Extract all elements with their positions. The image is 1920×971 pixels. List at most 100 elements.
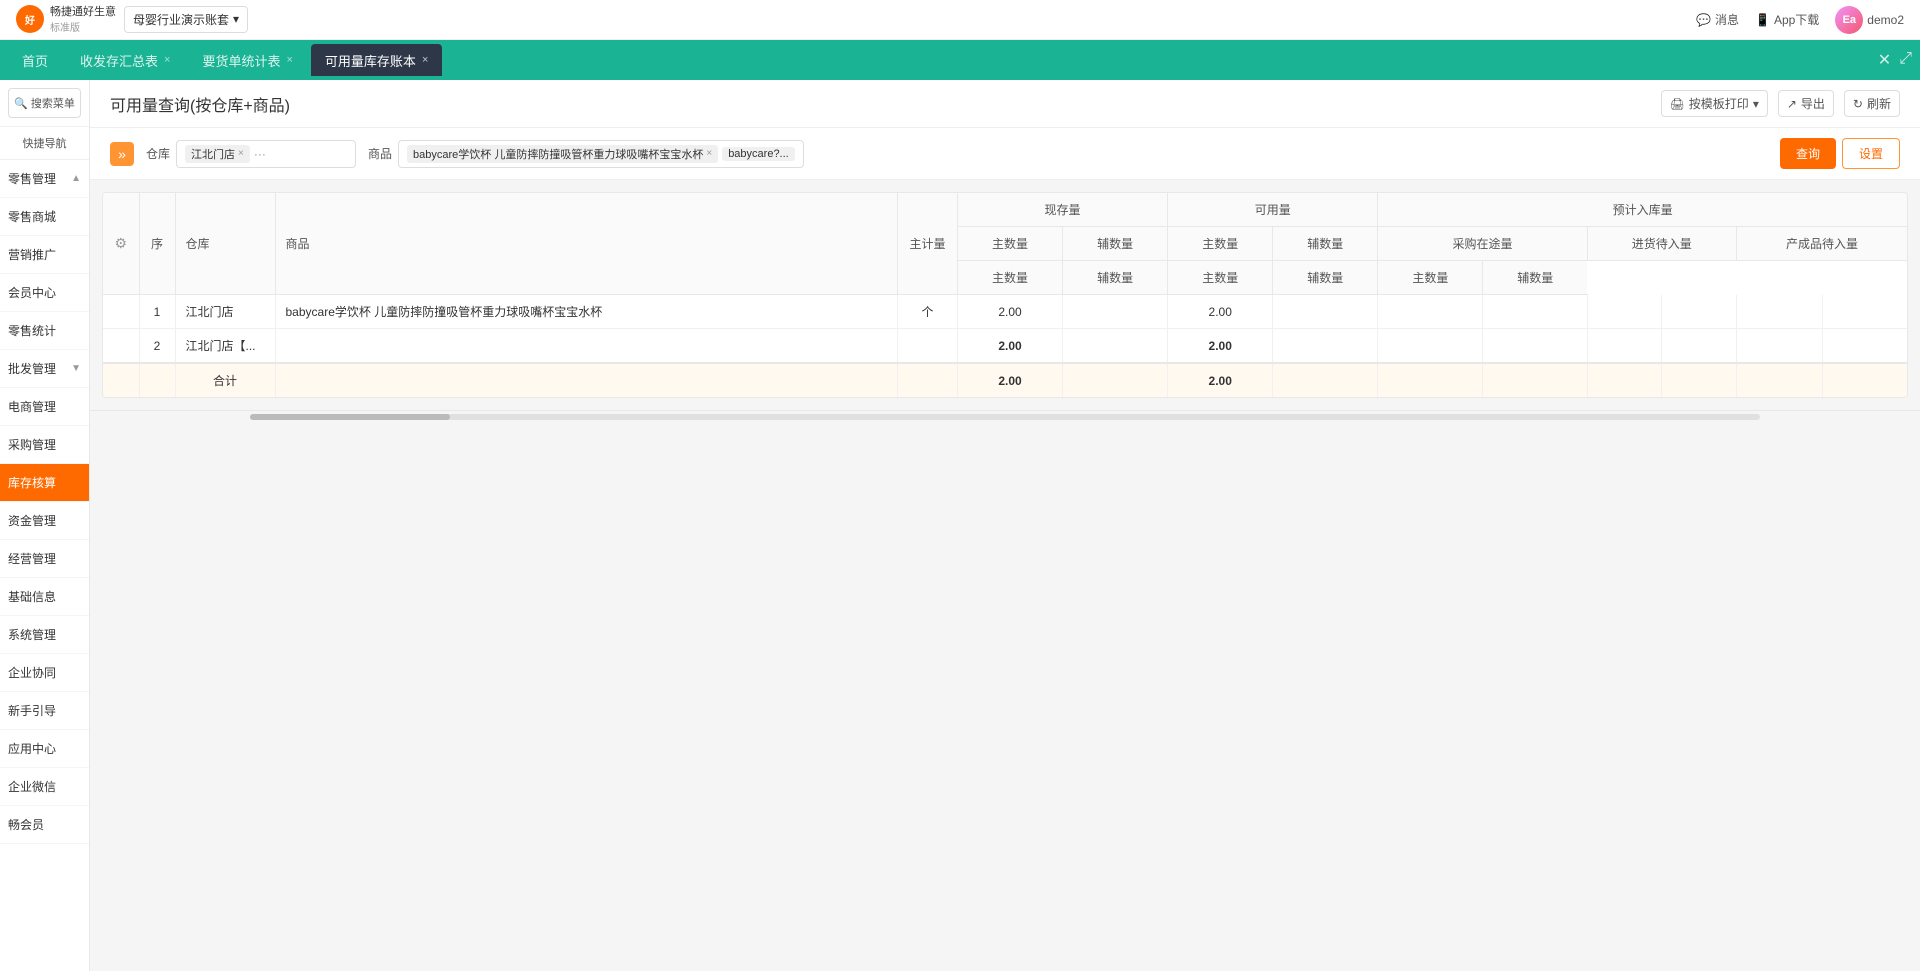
export-btn[interactable]: ↗ 导出 [1778, 90, 1834, 117]
phone-icon: 📱 [1755, 13, 1770, 27]
tab-order-stats[interactable]: 要货单统计表 × [188, 44, 306, 76]
row-1-available-main: 2.00 [1168, 295, 1273, 329]
gear-icon[interactable]: ⚙ [114, 235, 127, 251]
product-tag-label-1: babycare?... [728, 148, 789, 160]
message-btn[interactable]: 💬 消息 [1696, 11, 1739, 28]
th-finished-pending-main: 主数量 [1378, 261, 1483, 295]
tab-order-stats-close[interactable]: × [286, 54, 292, 66]
tab-available-stock-close[interactable]: × [422, 54, 428, 66]
sidebar-item-app-center[interactable]: 应用中心 [0, 730, 89, 768]
user-avatar: Ea [1835, 6, 1863, 34]
row-1-gear [103, 295, 139, 329]
horizontal-scrollbar[interactable] [90, 410, 1920, 422]
sidebar-item-enterprise-collab-label: 企业协同 [8, 664, 56, 681]
footer-finished-pending-aux [1823, 363, 1907, 397]
app-download-label: App下载 [1774, 11, 1819, 28]
footer-finished-pending-main [1736, 363, 1822, 397]
sidebar-item-operations-mgmt-label: 经营管理 [8, 550, 56, 567]
print-btn[interactable]: 🖨 按模板打印 ▾ [1661, 90, 1768, 117]
close-window-icon[interactable]: ✕ [1878, 50, 1891, 70]
warehouse-ellipsis: ··· [254, 147, 266, 161]
query-btn[interactable]: 查询 [1780, 138, 1836, 169]
th-forecast-group: 预计入库量 [1378, 193, 1907, 227]
sidebar-item-wholesale-mgmt-label: 批发管理 [8, 360, 56, 377]
refresh-btn[interactable]: ↻ 刷新 [1844, 90, 1900, 117]
th-available-main: 主数量 [1168, 227, 1273, 261]
warehouse-filter-input[interactable]: 江北门店 × ··· [176, 140, 356, 168]
row-1-purchase-pending-aux [1662, 295, 1737, 329]
filter-area: » 仓库 江北门店 × ··· 商品 babycare学饮杯 儿童防摔防撞吸管杯… [90, 128, 1920, 180]
sidebar-item-retail-store-label: 零售商城 [8, 208, 56, 225]
sidebar: 🔍 搜索菜单 快捷导航 零售管理 ▲ 零售商城 营销推广 会员中心 零售统计 批… [0, 80, 90, 971]
tab-receipt-summary-close[interactable]: × [164, 54, 170, 66]
sidebar-item-basic-info[interactable]: 基础信息 [0, 578, 89, 616]
tenant-dropdown[interactable]: 母婴行业演示账套 ▾ [124, 6, 248, 33]
search-menu-label: 搜索菜单 [31, 98, 75, 110]
sidebar-item-member-center[interactable]: 会员中心 [0, 274, 89, 312]
sidebar-item-operations-mgmt[interactable]: 经营管理 [0, 540, 89, 578]
sidebar-item-inventory-check[interactable]: 库存核算 [0, 464, 89, 502]
footer-no [139, 363, 175, 397]
product-tag-0-close[interactable]: × [706, 148, 712, 159]
table-scroll-area[interactable]: ⚙ 序 仓库 商品 主计量 现存量 可用量 预计入库量 主数量 [103, 193, 1907, 397]
app-download-btn[interactable]: 📱 App下载 [1755, 11, 1819, 28]
sidebar-item-retail-store[interactable]: 零售商城 [0, 198, 89, 236]
scrollbar-thumb[interactable] [250, 414, 450, 420]
warehouse-tag-close[interactable]: × [238, 148, 244, 159]
filter-expand-btn[interactable]: » [110, 142, 134, 166]
page-title: 可用量查询(按仓库+商品) [110, 92, 290, 116]
row-2-product [275, 329, 897, 364]
settings-btn[interactable]: 设置 [1842, 138, 1900, 169]
sidebar-item-retail-mgmt[interactable]: 零售管理 ▲ [0, 160, 89, 198]
refresh-icon: ↻ [1853, 97, 1863, 111]
footer-purchase-pending-main [1587, 363, 1662, 397]
maximize-icon[interactable]: ⤢ [1899, 50, 1912, 70]
th-purchase-pending-group: 进货待入量 [1587, 227, 1736, 261]
th-available-group: 可用量 [1168, 193, 1378, 227]
sidebar-item-basic-info-label: 基础信息 [8, 588, 56, 605]
product-tag-1: babycare?... [722, 147, 795, 161]
expand-icon: » [118, 146, 126, 162]
sidebar-item-purchase-mgmt[interactable]: 采购管理 [0, 426, 89, 464]
sidebar-item-marketing[interactable]: 营销推广 [0, 236, 89, 274]
table-header-row-1: ⚙ 序 仓库 商品 主计量 现存量 可用量 预计入库量 [103, 193, 1907, 227]
user-area[interactable]: Ea demo2 [1835, 6, 1904, 34]
search-icon: 🔍 [14, 98, 31, 110]
sidebar-item-enterprise-wechat[interactable]: 企业微信 [0, 768, 89, 806]
row-2-warehouse: 江北门店【... [175, 329, 275, 364]
nav-tabs-right: ✕ ⤢ [1878, 50, 1912, 70]
row-1-no: 1 [139, 295, 175, 329]
search-menu-btn[interactable]: 🔍 搜索菜单 [8, 88, 81, 118]
sidebar-item-retail-stats-label: 零售统计 [8, 322, 56, 339]
warehouse-tag-0: 江北门店 × [185, 145, 250, 163]
sidebar-item-wholesale-mgmt[interactable]: 批发管理 ▼ [0, 350, 89, 388]
row-1-purchase-transit-main [1378, 295, 1483, 329]
table-row: 2 江北门店【... 2.00 2.00 [103, 329, 1907, 364]
sidebar-item-member-vip-label: 畅会员 [8, 816, 44, 833]
sidebar-item-quick-nav[interactable]: 快捷导航 [0, 127, 89, 160]
footer-product [275, 363, 897, 397]
footer-purchase-transit-main [1378, 363, 1483, 397]
nav-tabs: 首页 收发存汇总表 × 要货单统计表 × 可用量库存账本 × ✕ ⤢ [0, 40, 1920, 80]
th-stock-main: 主数量 [957, 227, 1062, 261]
sidebar-item-enterprise-collab[interactable]: 企业协同 [0, 654, 89, 692]
top-bar: 好 畅捷通好生意 标准版 母婴行业演示账套 ▾ 💬 消息 📱 App下载 Ea … [0, 0, 1920, 40]
th-unit: 主计量 [897, 193, 957, 295]
sidebar-item-retail-stats[interactable]: 零售统计 [0, 312, 89, 350]
row-2-no: 2 [139, 329, 175, 364]
tab-available-stock-label: 可用量库存账本 [325, 51, 416, 70]
row-1-warehouse: 江北门店 [175, 295, 275, 329]
sidebar-item-ecommerce-mgmt[interactable]: 电商管理 [0, 388, 89, 426]
sidebar-item-member-vip[interactable]: 畅会员 [0, 806, 89, 844]
tab-home-label: 首页 [22, 51, 48, 70]
tab-receipt-summary[interactable]: 收发存汇总表 × [66, 44, 184, 76]
th-available-aux: 辅数量 [1273, 227, 1378, 261]
sidebar-item-finance-mgmt[interactable]: 资金管理 [0, 502, 89, 540]
product-filter-input[interactable]: babycare学饮杯 儿童防摔防撞吸管杯重力球吸嘴杯宝宝水杯 × babyca… [398, 140, 804, 168]
sidebar-item-new-guide[interactable]: 新手引导 [0, 692, 89, 730]
product-tag-label-0: babycare学饮杯 儿童防摔防撞吸管杯重力球吸嘴杯宝宝水杯 [413, 146, 703, 162]
sidebar-item-system-mgmt[interactable]: 系统管理 [0, 616, 89, 654]
tab-available-stock[interactable]: 可用量库存账本 × [311, 44, 442, 76]
tab-home[interactable]: 首页 [8, 44, 62, 76]
row-2-available-main: 2.00 [1168, 329, 1273, 364]
